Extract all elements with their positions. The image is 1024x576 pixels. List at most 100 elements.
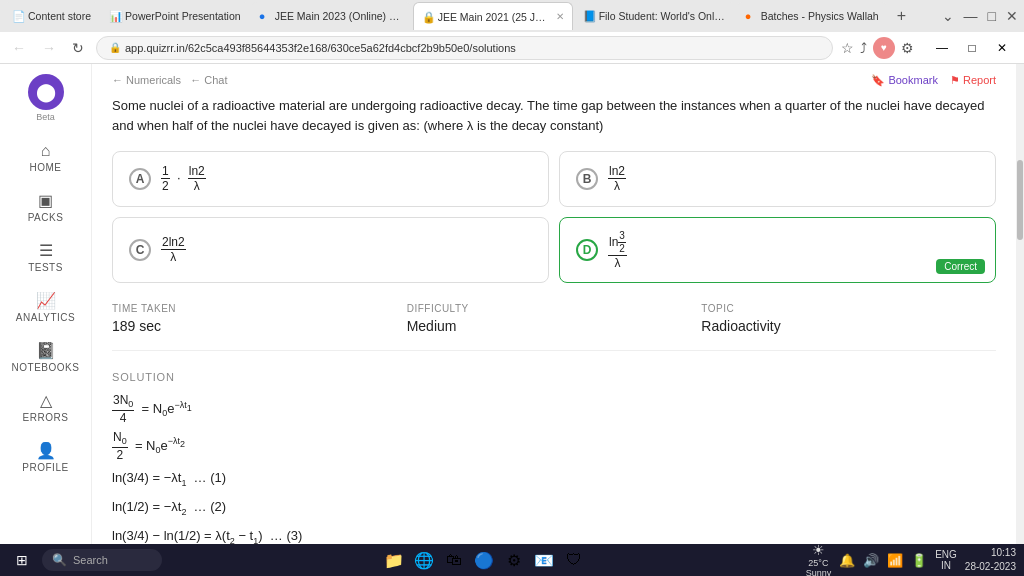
win-maximize[interactable]: □ (958, 36, 986, 60)
meta-difficulty-label: DIFFICULTY (407, 303, 702, 314)
tab-icon-powerpoint: 📊 (109, 10, 121, 22)
clock-date: 28-02-2023 (965, 560, 1016, 574)
errors-icon: △ (40, 391, 52, 410)
meta-row: TIME TAKEN 189 sec DIFFICULTY Medium TOP… (112, 303, 996, 351)
url-bar[interactable]: 🔒 app.quizrr.in/62c5ca493f85644353f2e168… (96, 36, 833, 60)
option-c-content: 2ln2λ (161, 235, 186, 265)
system-clock[interactable]: 10:13 28-02-2023 (965, 546, 1016, 574)
volume-icon[interactable]: 🔊 (863, 553, 879, 568)
sidebar-item-label-tests: TESTS (28, 262, 63, 273)
sidebar-item-notebooks[interactable]: 📓 NOTEBOOKS (0, 333, 91, 381)
address-bar: ← → ↻ 🔒 app.quizrr.in/62c5ca493f85644353… (0, 32, 1024, 64)
breadcrumb-numericals[interactable]: ← Numericals (112, 74, 181, 86)
window-control-square[interactable]: □ (986, 8, 998, 24)
option-c[interactable]: C 2ln2λ (112, 217, 549, 283)
option-d-label: D (576, 239, 598, 261)
meta-difficulty: DIFFICULTY Medium (407, 303, 702, 334)
sidebar-item-errors[interactable]: △ ERRORS (0, 383, 91, 431)
forward-button[interactable]: → (38, 38, 60, 58)
win-minimize[interactable]: — (928, 36, 956, 60)
language-indicator[interactable]: ENGIN (935, 549, 957, 571)
new-tab-button[interactable]: + (889, 7, 914, 25)
sidebar-nav: ⌂ HOME ▣ PACKS ☰ TESTS 📈 ANALYTICS 📓 NOT… (0, 134, 91, 481)
tab-content-store[interactable]: 📄 Content store (4, 2, 99, 30)
taskbar-search-bar[interactable]: 🔍 Search (42, 549, 162, 571)
notification-icon[interactable]: 🔔 (839, 553, 855, 568)
tab-icon-content-store: 📄 (12, 10, 24, 22)
correct-badge: Correct (936, 259, 985, 274)
beta-label: Beta (36, 112, 55, 122)
taskbar-icon-store[interactable]: 🛍 (441, 547, 467, 573)
sidebar-item-label-home: HOME (30, 162, 62, 173)
solution-math: 3N04 = N0e−λt1 N02 = N0e−λt2 ln(3/4) = −… (112, 393, 996, 544)
taskbar-icon-edge[interactable]: 🔵 (471, 547, 497, 573)
question-text: Some nuclei of a radioactive material ar… (112, 96, 996, 135)
profile-avatar[interactable]: ♥ (873, 37, 895, 59)
tab-close-jee2021[interactable]: ✕ (556, 11, 564, 22)
option-a-label: A (129, 168, 151, 190)
option-b[interactable]: B ln2λ (559, 151, 996, 207)
share-icon[interactable]: ⤴ (860, 40, 867, 56)
taskbar-icon-browser1[interactable]: 🌐 (411, 547, 437, 573)
analytics-icon: 📈 (36, 291, 56, 310)
tab-icon-batches: ● (745, 10, 757, 22)
taskbar-search-text: Search (73, 554, 108, 566)
report-action[interactable]: ⚑ Report (950, 74, 996, 87)
win-controls: — □ ✕ (928, 36, 1016, 60)
meta-time-label: TIME TAKEN (112, 303, 407, 314)
profile-icon: 👤 (36, 441, 56, 460)
extensions-icon[interactable]: ⚙ (901, 40, 914, 56)
sidebar-item-profile[interactable]: 👤 PROFILE (0, 433, 91, 481)
option-a[interactable]: A 12 · ln2λ (112, 151, 549, 207)
meta-difficulty-value: Medium (407, 318, 702, 334)
option-d[interactable]: D ln32 λ Correct (559, 217, 996, 283)
sidebar-item-packs[interactable]: ▣ PACKS (0, 183, 91, 231)
solution-line-5: ln(3/4) − ln(1/2) = λ(t2 − t1) … (3) (112, 524, 996, 544)
solution-section: SOLUTION 3N04 = N0e−λt1 N02 = N0e−λt2 ln… (112, 371, 996, 544)
reload-button[interactable]: ↻ (68, 38, 88, 58)
tab-batches[interactable]: ● Batches - Physics Wallah (737, 2, 887, 30)
wifi-icon[interactable]: 📶 (887, 553, 903, 568)
window-control-close[interactable]: ✕ (1004, 8, 1020, 24)
meta-time-value: 189 sec (112, 318, 407, 334)
taskbar-search-icon: 🔍 (52, 553, 67, 567)
sidebar-logo[interactable]: ⬤ (28, 74, 64, 110)
scroll-thumb[interactable] (1017, 160, 1023, 240)
sidebar-item-home[interactable]: ⌂ HOME (0, 134, 91, 181)
taskbar-icon-explorer[interactable]: 📁 (381, 547, 407, 573)
breadcrumb-chat[interactable]: ← Chat (190, 74, 227, 86)
address-bar-actions: ☆ ⤴ ♥ ⚙ — □ ✕ (841, 36, 1016, 60)
home-icon: ⌂ (41, 142, 51, 160)
tab-bar: 📄 Content store 📊 PowerPoint Presentatio… (0, 0, 1024, 32)
option-a-frac2: ln2λ (188, 164, 206, 194)
taskbar-icon-mail[interactable]: 📧 (531, 547, 557, 573)
win-close[interactable]: ✕ (988, 36, 1016, 60)
tests-icon: ☰ (39, 241, 53, 260)
sidebar-item-label-analytics: ANALYTICS (16, 312, 75, 323)
tab-filo[interactable]: 📘 Filo Student: World's Only Live ... (575, 2, 735, 30)
window-control-dash[interactable]: — (962, 8, 980, 24)
tab-jee2023[interactable]: ● JEE Main 2023 (Online) 29th Jan... (251, 2, 411, 30)
option-b-content: ln2λ (608, 164, 626, 194)
start-button[interactable]: ⊞ (8, 549, 36, 571)
meta-topic-label: TOPIC (701, 303, 996, 314)
weather-widget: ☀ 25°C Sunny (806, 542, 832, 576)
taskbar-icon-shield[interactable]: 🛡 (561, 547, 587, 573)
bookmark-action[interactable]: 🔖 Bookmark (871, 74, 938, 87)
back-button[interactable]: ← (8, 38, 30, 58)
tab-powerpoint[interactable]: 📊 PowerPoint Presentation (101, 2, 249, 30)
scrollbar[interactable] (1016, 64, 1024, 544)
meta-topic: TOPIC Radioactivity (701, 303, 996, 334)
taskbar-icon-settings[interactable]: ⚙ (501, 547, 527, 573)
bookmark-star-icon[interactable]: ☆ (841, 40, 854, 56)
weather-temp: 25°C (808, 558, 828, 568)
sidebar-item-analytics[interactable]: 📈 ANALYTICS (0, 283, 91, 331)
minimize-chevron[interactable]: ⌄ (940, 8, 956, 24)
tab-jee2021[interactable]: 🔒 JEE Main 2021 (25 Jul Shift 1 ✕ (413, 2, 573, 30)
tab-icon-jee2021: 🔒 (422, 11, 434, 23)
solution-label: SOLUTION (112, 371, 996, 383)
battery-icon[interactable]: 🔋 (911, 553, 927, 568)
weather-icon: ☀ (812, 542, 825, 558)
options-grid: A 12 · ln2λ B ln2λ (112, 151, 996, 283)
sidebar-item-tests[interactable]: ☰ TESTS (0, 233, 91, 281)
